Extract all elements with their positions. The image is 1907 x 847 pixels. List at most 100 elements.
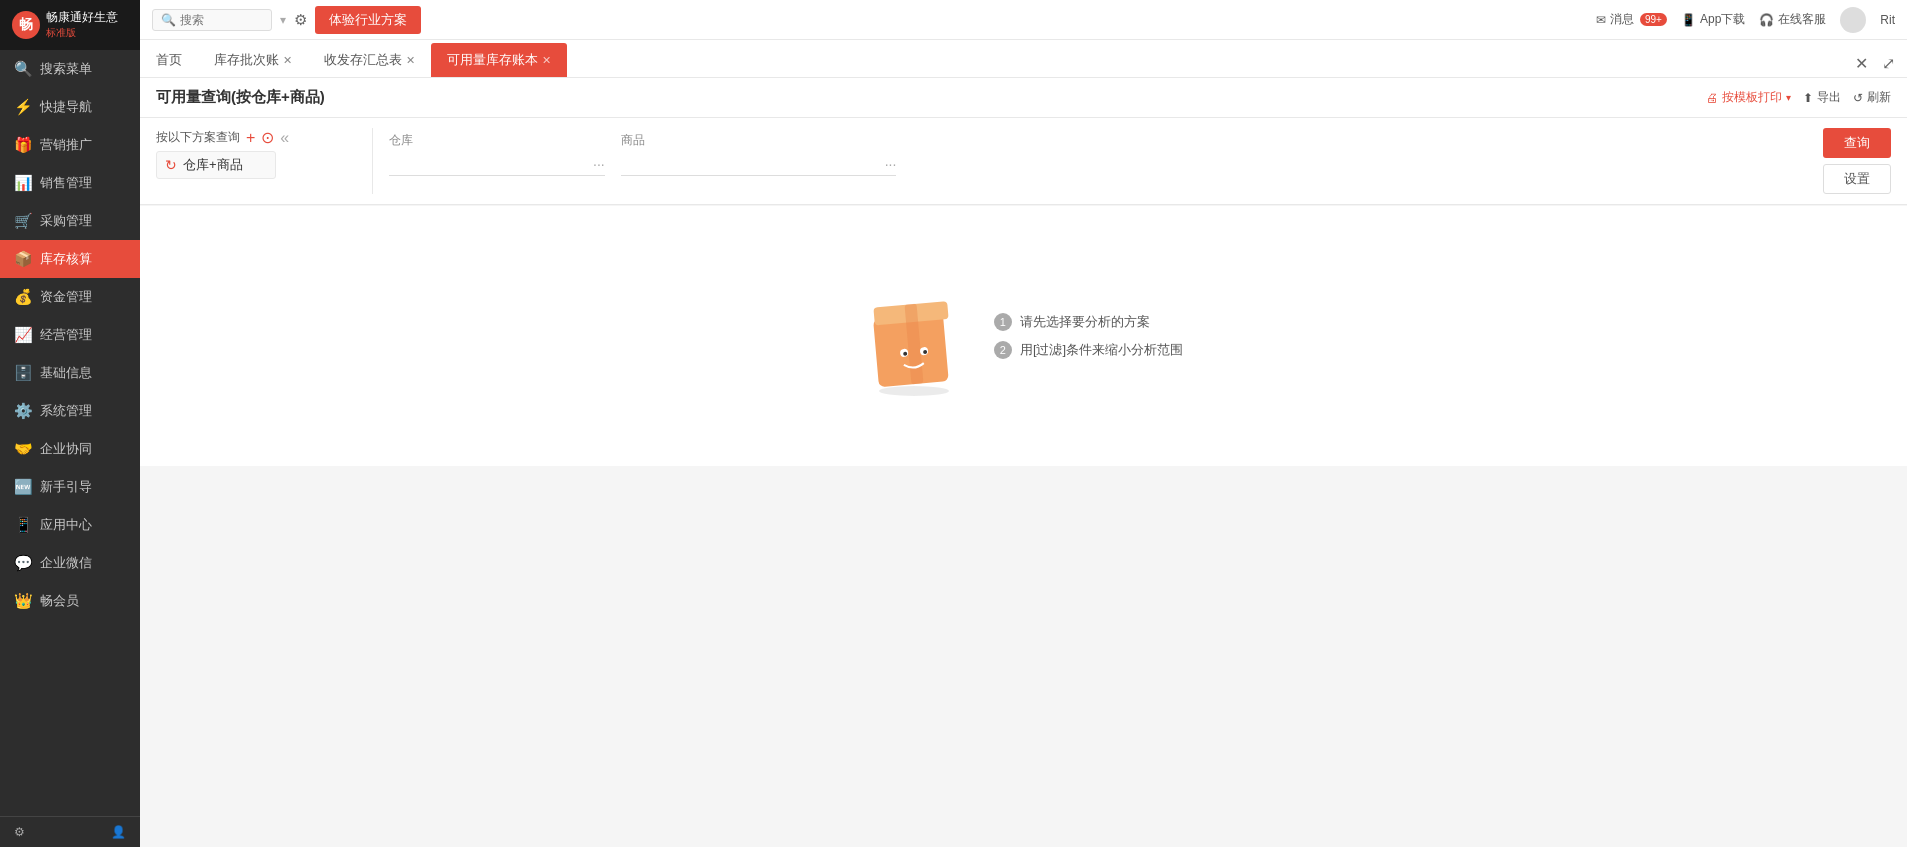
- sidebar-item-system[interactable]: ⚙️ 系统管理: [0, 392, 140, 430]
- tab-stock-summary[interactable]: 收发存汇总表 ✕: [308, 43, 431, 77]
- inventory-icon: 📦: [14, 250, 32, 268]
- sidebar-item-app[interactable]: 📱 应用中心: [0, 506, 140, 544]
- sidebar-item-search[interactable]: 🔍 搜索菜单: [0, 50, 140, 88]
- nav-icon: ⚡: [14, 98, 32, 116]
- filter-scheme-panel: 按以下方案查询 + ⊙ « ↻ 仓库+商品: [156, 128, 356, 179]
- search-icon: 🔍: [14, 60, 32, 78]
- expand-tab-btn[interactable]: ⤢: [1878, 50, 1899, 77]
- tab-home[interactable]: 首页: [140, 43, 198, 77]
- industry-btn[interactable]: 体验行业方案: [315, 6, 421, 34]
- sidebar-logo: 畅 畅康通好生意 标准版: [0, 0, 140, 50]
- topbar: 🔍 ▾ ⚙ 体验行业方案 ✉ 消息 99+ 📱 App下载 🎧 在线客服 Rit: [140, 0, 1907, 40]
- tab-close-stock-summary[interactable]: ✕: [406, 54, 415, 67]
- phone-icon: 📱: [1681, 13, 1696, 27]
- online-service-action[interactable]: 🎧 在线客服: [1759, 11, 1826, 28]
- tab-inventory-batch[interactable]: 库存批次账 ✕: [198, 43, 308, 77]
- logo-icon: 畅: [12, 11, 40, 39]
- print-btn[interactable]: 🖨 按模板打印 ▾: [1706, 89, 1791, 106]
- tabs-right-actions: ✕ ⤢: [1851, 50, 1907, 77]
- topbar-search-box[interactable]: 🔍: [152, 9, 272, 31]
- tab-close-inventory-batch[interactable]: ✕: [283, 54, 292, 67]
- sidebar-item-nav[interactable]: ⚡ 快捷导航: [0, 88, 140, 126]
- empty-hints: 1 请先选择要分析的方案 2 用[过滤]条件来缩小分析范围: [994, 313, 1183, 359]
- sidebar-item-inventory[interactable]: 📦 库存核算: [0, 240, 140, 278]
- svg-point-0: [879, 386, 949, 396]
- goods-input[interactable]: [621, 157, 881, 172]
- wechat-icon: 💬: [14, 554, 32, 572]
- headset-icon: 🎧: [1759, 13, 1774, 27]
- gift-icon: 🎁: [14, 136, 32, 154]
- filter-scheme-header: 按以下方案查询 + ⊙ «: [156, 128, 289, 147]
- sidebar-item-marketing[interactable]: 🎁 营销推广: [0, 126, 140, 164]
- chevron-down-icon: ▾: [1786, 92, 1791, 103]
- scheme-icon: ↻: [165, 157, 177, 173]
- empty-state-content: 1 请先选择要分析的方案 2 用[过滤]条件来缩小分析范围: [864, 286, 1183, 386]
- main-area: 🔍 ▾ ⚙ 体验行业方案 ✉ 消息 99+ 📱 App下载 🎧 在线客服 Rit: [140, 0, 1907, 847]
- username-label: Rit: [1880, 13, 1895, 27]
- sidebar-item-finance[interactable]: 💰 资金管理: [0, 278, 140, 316]
- sidebar-item-purchase[interactable]: 🛒 采购管理: [0, 202, 140, 240]
- sidebar: 畅 畅康通好生意 标准版 🔍 搜索菜单 ⚡ 快捷导航 🎁 营销推广 📊 销售管理: [0, 0, 140, 847]
- finance-icon: 💰: [14, 288, 32, 306]
- empty-hint-2: 2 用[过滤]条件来缩小分析范围: [994, 341, 1183, 359]
- export-btn[interactable]: ⬆ 导出: [1803, 89, 1841, 106]
- sidebar-item-base[interactable]: 🗄️ 基础信息: [0, 354, 140, 392]
- empty-hint-1: 1 请先选择要分析的方案: [994, 313, 1183, 331]
- setting-button[interactable]: 设置: [1823, 164, 1891, 194]
- add-scheme-btn[interactable]: +: [246, 129, 255, 147]
- search-input[interactable]: [180, 13, 260, 27]
- tab-available-stock[interactable]: 可用量库存账本 ✕: [431, 43, 567, 77]
- export-icon: ⬆: [1803, 91, 1813, 105]
- refresh-icon: ↺: [1853, 91, 1863, 105]
- warehouse-more-btn[interactable]: ···: [593, 156, 605, 172]
- cart-icon: 🛒: [14, 212, 32, 230]
- warehouse-field: 仓库 ···: [389, 132, 605, 176]
- search-icon: 🔍: [161, 13, 176, 27]
- sidebar-bottom: ⚙ 👤: [0, 816, 140, 847]
- logo-text: 畅康通好生意 标准版: [46, 10, 118, 40]
- gear-icon[interactable]: ⚙: [294, 11, 307, 29]
- app-download-action[interactable]: 📱 App下载: [1681, 11, 1745, 28]
- system-icon: ⚙️: [14, 402, 32, 420]
- edit-scheme-btn[interactable]: ⊙: [261, 128, 274, 147]
- empty-state: 1 请先选择要分析的方案 2 用[过滤]条件来缩小分析范围: [140, 206, 1907, 466]
- close-tab-btn[interactable]: ✕: [1851, 50, 1872, 77]
- tab-close-available-stock[interactable]: ✕: [542, 54, 551, 67]
- warehouse-input[interactable]: [389, 157, 589, 172]
- sidebar-item-coop[interactable]: 🤝 企业协同: [0, 430, 140, 468]
- page-title: 可用量查询(按仓库+商品): [156, 88, 325, 107]
- filter-area: 按以下方案查询 + ⊙ « ↻ 仓库+商品 仓库 ···: [140, 118, 1907, 205]
- sidebar-item-guide[interactable]: 🆕 新手引导: [0, 468, 140, 506]
- guide-icon: 🆕: [14, 478, 32, 496]
- sidebar-item-sales[interactable]: 📊 销售管理: [0, 164, 140, 202]
- message-icon: ✉: [1596, 13, 1606, 27]
- member-icon: 👑: [14, 592, 32, 610]
- print-icon: 🖨: [1706, 91, 1718, 105]
- goods-more-btn[interactable]: ···: [885, 156, 897, 172]
- scheme-item-warehouse-goods[interactable]: ↻ 仓库+商品: [156, 151, 276, 179]
- page-header-actions: 🖨 按模板打印 ▾ ⬆ 导出 ↺ 刷新: [1706, 89, 1891, 106]
- base-icon: 🗄️: [14, 364, 32, 382]
- message-action[interactable]: ✉ 消息 99+: [1596, 11, 1667, 28]
- avatar: [1840, 7, 1866, 33]
- sidebar-item-wechat[interactable]: 💬 企业微信: [0, 544, 140, 582]
- collapse-btn[interactable]: «: [280, 129, 289, 147]
- query-button[interactable]: 查询: [1823, 128, 1891, 158]
- sidebar-item-manage[interactable]: 📈 经营管理: [0, 316, 140, 354]
- page-header: 可用量查询(按仓库+商品) 🖨 按模板打印 ▾ ⬆ 导出 ↺ 刷新: [140, 78, 1907, 118]
- refresh-btn[interactable]: ↺ 刷新: [1853, 89, 1891, 106]
- goods-field: 商品 ···: [621, 132, 897, 176]
- empty-illustration: [864, 286, 964, 386]
- page-content: 可用量查询(按仓库+商品) 🖨 按模板打印 ▾ ⬆ 导出 ↺ 刷新: [140, 78, 1907, 847]
- filter-fields: 仓库 ··· 商品 ···: [389, 128, 1811, 176]
- dropdown-icon[interactable]: ▾: [280, 13, 286, 27]
- tabs-bar: 首页 库存批次账 ✕ 收发存汇总表 ✕ 可用量库存账本 ✕ ✕ ⤢: [140, 40, 1907, 78]
- app-icon: 📱: [14, 516, 32, 534]
- goods-input-container: ···: [621, 153, 897, 176]
- topbar-actions: ✉ 消息 99+ 📱 App下载 🎧 在线客服 Rit: [1596, 7, 1895, 33]
- sidebar-item-member[interactable]: 👑 畅会员: [0, 582, 140, 620]
- warehouse-input-container: ···: [389, 153, 605, 176]
- chart-icon: 📊: [14, 174, 32, 192]
- coop-icon: 🤝: [14, 440, 32, 458]
- filter-actions: 查询 设置: [1823, 128, 1891, 194]
